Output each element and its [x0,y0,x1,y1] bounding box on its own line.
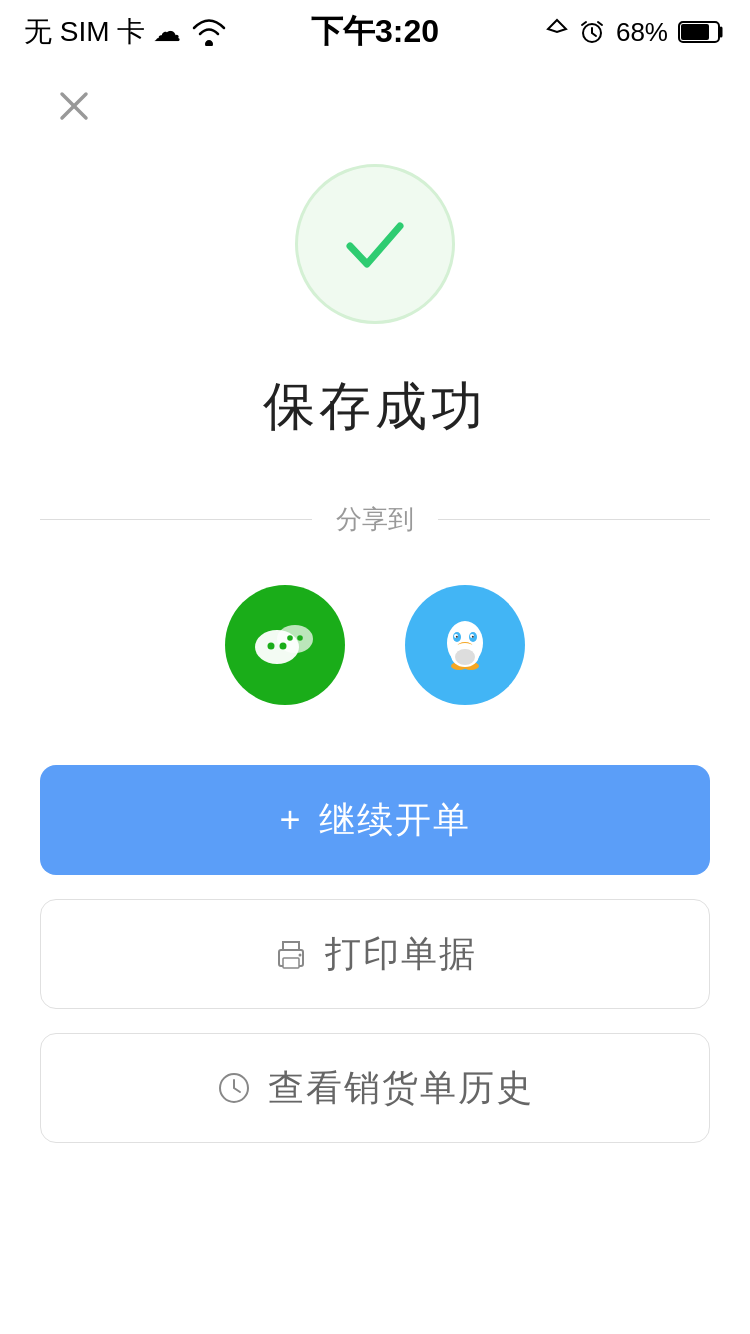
history-button[interactable]: 查看销货单历史 [40,1033,710,1143]
share-divider: 分享到 [40,502,710,537]
print-label: 打印单据 [325,930,477,979]
print-button[interactable]: 打印单据 [40,899,710,1009]
svg-point-23 [299,954,302,957]
location-icon [546,18,568,46]
share-icons [40,585,710,705]
svg-point-6 [280,643,287,650]
alarm-icon [578,18,606,46]
svg-rect-2 [681,24,709,40]
printer-icon [273,936,309,972]
qq-icon [429,609,501,681]
svg-point-7 [287,635,293,641]
status-bar: 无 SIM 卡 ☁ 下午3:20 68% [0,0,750,64]
plus-icon: + [279,799,302,841]
no-sim-label: 无 SIM 卡 ☁ [24,13,181,51]
wifi-icon [191,18,227,46]
qq-share-button[interactable] [405,585,525,705]
svg-point-15 [472,636,474,638]
svg-point-14 [456,636,458,638]
continue-button[interactable]: + 继续开单 [40,765,710,875]
printer-svg [273,936,309,972]
main-content: 保存成功 分享到 [0,64,750,1143]
actions-section: + 继续开单 打印单据 查看销货单历史 [0,765,750,1143]
status-left: 无 SIM 卡 ☁ [24,13,227,51]
wechat-icon [249,609,321,681]
status-time: 下午3:20 [311,10,439,54]
status-right: 68% [546,17,726,48]
success-title: 保存成功 [263,372,487,442]
history-label: 查看销货单历史 [268,1064,534,1113]
close-button[interactable] [44,76,104,136]
svg-point-20 [455,649,475,665]
wechat-share-button[interactable] [225,585,345,705]
share-label: 分享到 [336,502,414,537]
close-icon [54,86,94,126]
continue-label: 继续开单 [319,796,471,845]
svg-point-8 [297,635,303,641]
success-icon-circle [295,164,455,324]
share-section: 分享到 [0,502,750,705]
clock-icon [216,1070,252,1106]
battery-label: 68% [616,17,668,48]
svg-rect-22 [283,958,299,968]
checkmark-icon [335,204,415,284]
clock-svg [216,1070,252,1106]
svg-point-5 [268,643,275,650]
battery-icon [678,18,726,46]
